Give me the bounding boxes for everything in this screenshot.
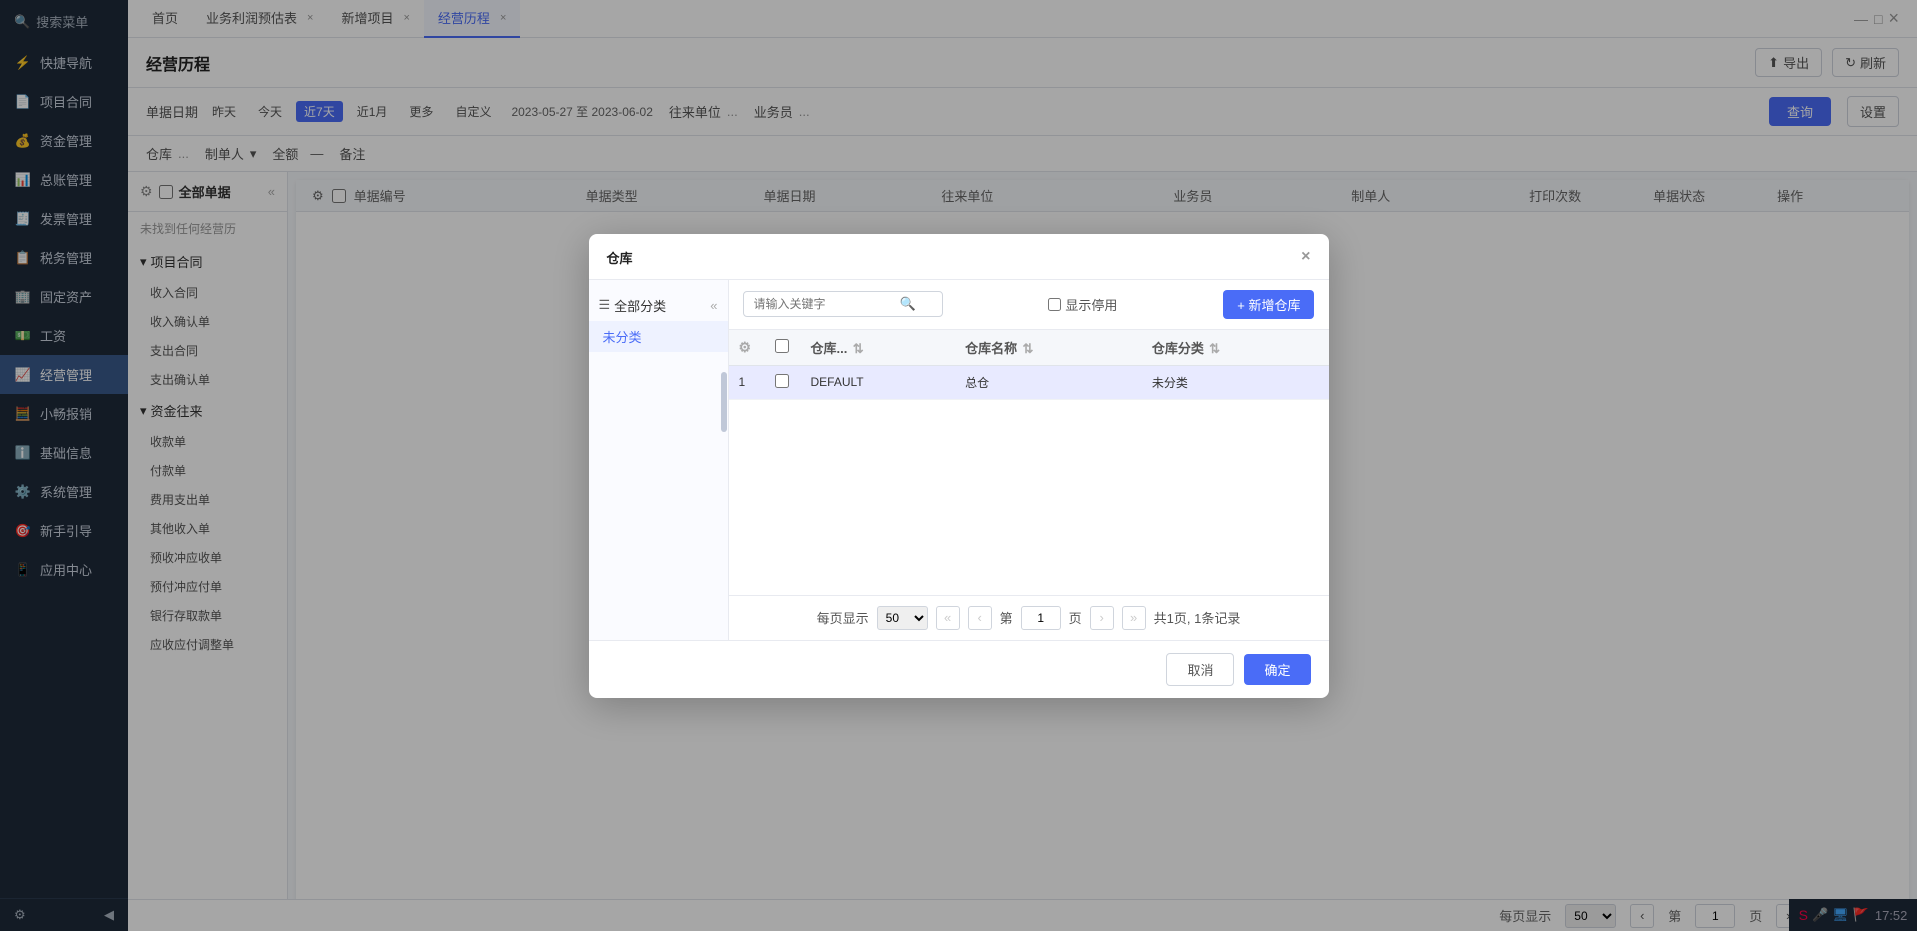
warehouse-modal: 仓库 × ☰ 全部分类 « 未分类 <box>589 234 1329 698</box>
th-category[interactable]: 仓库分类 ⇅ <box>1142 330 1329 366</box>
th-name-sort[interactable]: ⇅ <box>1023 341 1034 356</box>
modal-toolbar: 🔍 显示停用 + 新增仓库 <box>729 280 1329 330</box>
td-row-num: 1 <box>729 365 765 399</box>
show-disabled-checkbox[interactable] <box>1048 298 1061 311</box>
show-disabled-label[interactable]: 显示停用 <box>1048 295 1117 314</box>
modal-search-icon: 🔍 <box>900 296 916 312</box>
modal-header: 仓库 × <box>589 234 1329 280</box>
page-label: 第 <box>1000 608 1013 627</box>
warehouse-table: ⚙ 仓库... ⇅ 仓库名称 ⇅ <box>729 330 1329 400</box>
show-disabled-text: 显示停用 <box>1065 295 1117 314</box>
th-name-label: 仓库名称 <box>965 341 1017 356</box>
th-name[interactable]: 仓库名称 ⇅ <box>955 330 1142 366</box>
modal-table: ⚙ 仓库... ⇅ 仓库名称 ⇅ <box>729 330 1329 595</box>
table-header: ⚙ 仓库... ⇅ 仓库名称 ⇅ <box>729 330 1329 366</box>
uncategorized-label: 未分类 <box>603 330 642 345</box>
modal-footer: 取消 确定 <box>589 640 1329 698</box>
modal-search-box[interactable]: 🔍 <box>743 291 943 317</box>
th-code-label: 仓库... <box>811 341 848 356</box>
prev-page-btn[interactable]: ‹ <box>968 606 992 630</box>
th-category-label: 仓库分类 <box>1152 341 1204 356</box>
modal-pagination: 每页显示 50 10 20 100 « ‹ 第 页 › » 共1页, 1条记录 <box>729 595 1329 640</box>
row-checkbox[interactable] <box>775 374 789 388</box>
td-name: 总仓 <box>955 365 1142 399</box>
page-input[interactable] <box>1021 606 1061 630</box>
total-info: 共1页, 1条记录 <box>1154 608 1241 627</box>
all-category-icon: ☰ <box>599 297 611 313</box>
th-settings[interactable]: ⚙ <box>729 330 765 366</box>
td-category: 未分类 <box>1142 365 1329 399</box>
table-all-checkbox[interactable] <box>775 339 789 353</box>
all-category-label: 全部分类 <box>614 296 666 315</box>
td-checkbox[interactable] <box>765 365 801 399</box>
modal-body: ☰ 全部分类 « 未分类 🔍 显示停用 <box>589 280 1329 640</box>
modal-close-button[interactable]: × <box>1301 248 1310 266</box>
modal-left-header[interactable]: ☰ 全部分类 « <box>589 290 728 321</box>
modal-left-collapse-icon[interactable]: « <box>710 298 717 313</box>
last-page-btn[interactable]: » <box>1122 606 1146 630</box>
th-settings-icon: ⚙ <box>739 339 752 355</box>
th-code-sort[interactable]: ⇅ <box>853 341 864 356</box>
page-size-label: 每页显示 <box>817 608 869 627</box>
add-warehouse-label: + 新增仓库 <box>1237 295 1300 314</box>
th-code[interactable]: 仓库... ⇅ <box>801 330 956 366</box>
first-page-btn[interactable]: « <box>936 606 960 630</box>
th-category-sort[interactable]: ⇅ <box>1209 341 1220 356</box>
modal-search-input[interactable] <box>754 297 894 311</box>
modal-right-panel: 🔍 显示停用 + 新增仓库 ⚙ <box>729 280 1329 640</box>
add-warehouse-button[interactable]: + 新增仓库 <box>1223 290 1314 319</box>
th-checkbox[interactable] <box>765 330 801 366</box>
td-code: DEFAULT <box>801 365 956 399</box>
next-page-btn[interactable]: › <box>1090 606 1114 630</box>
page-suffix: 页 <box>1069 608 1082 627</box>
cancel-button[interactable]: 取消 <box>1166 653 1234 686</box>
modal-category-uncategorized[interactable]: 未分类 <box>589 321 728 352</box>
page-size-select[interactable]: 50 10 20 100 <box>877 606 928 630</box>
confirm-button[interactable]: 确定 <box>1244 654 1310 685</box>
modal-left-panel: ☰ 全部分类 « 未分类 <box>589 280 729 640</box>
modal-title: 仓库 <box>607 248 633 267</box>
table-row[interactable]: 1 DEFAULT 总仓 未分类 <box>729 365 1329 399</box>
